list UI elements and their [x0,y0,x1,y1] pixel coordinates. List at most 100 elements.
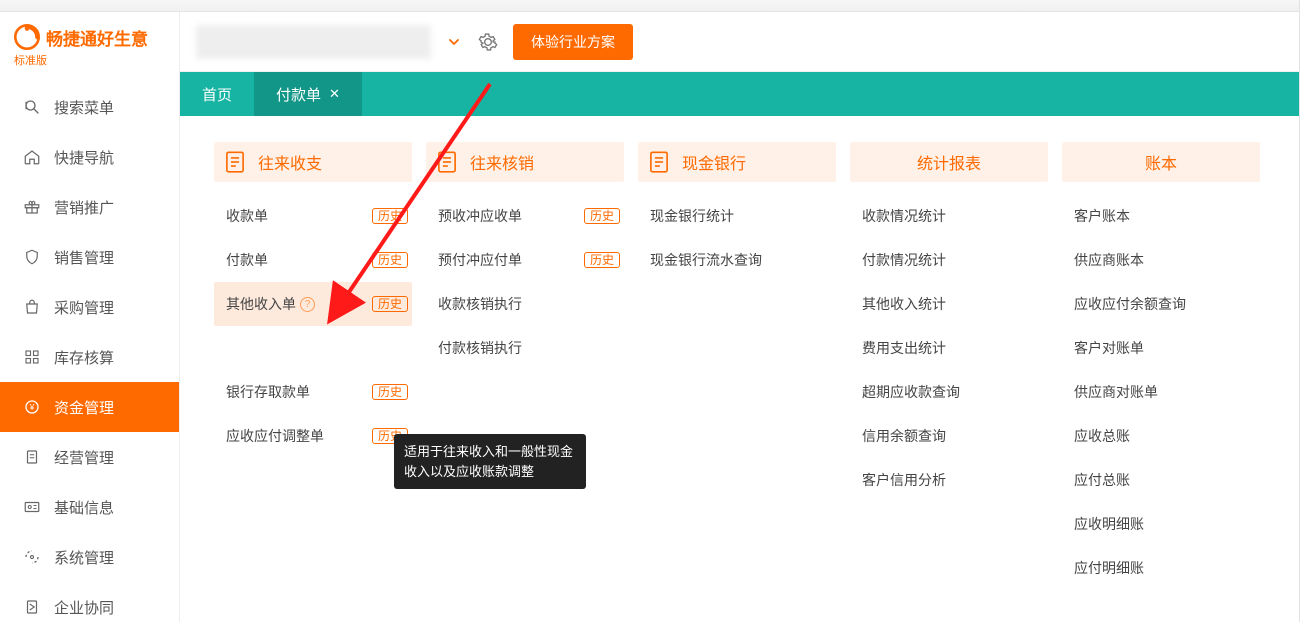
menu-item-label: 客户对账单 [1074,338,1144,358]
menu-item[interactable]: 银行存取款单 历史 [214,370,412,414]
menu-item[interactable]: 客户对账单 [1062,326,1260,370]
menu-item-label: 付款情况统计 [862,250,946,270]
sidebar-item-5[interactable]: 库存核算 [0,332,179,382]
brand-edition: 标准版 [14,52,165,68]
menu-item[interactable]: 应收明细账 [1062,502,1260,546]
boxes-icon [22,347,42,367]
gift-icon [22,197,42,217]
menu-item[interactable]: 预付冲应付单历史 [426,238,624,282]
sidebar-item-8[interactable]: 基础信息 [0,482,179,532]
org-selector-blurred[interactable] [196,25,431,59]
menu-item[interactable]: 付款核销执行 [426,326,624,370]
tab-label: 付款单 [276,84,321,105]
sidebar-item-3[interactable]: 销售管理 [0,232,179,282]
sidebar-item-9[interactable]: 系统管理 [0,532,179,582]
share-icon [22,597,42,617]
category-header: 账本 [1062,142,1260,182]
cta-button[interactable]: 体验行业方案 [513,24,633,60]
content: 往来收支收款单历史付款单历史其他收入单?历史费用单历史银行存取款单历史应收应付调… [180,116,1300,622]
doc-icon [434,149,460,175]
category-title: 统计报表 [917,150,981,174]
menu-item[interactable]: 其他收入单?历史 [214,282,412,326]
menu-item[interactable]: 收款情况统计 [850,194,1048,238]
menu-item[interactable]: 现金银行流水查询 [638,238,836,282]
sidebar-item-1[interactable]: 快捷导航 [0,132,179,182]
menu-item[interactable]: 供应商对账单 [1062,370,1260,414]
history-tag[interactable]: 历史 [372,296,408,312]
svg-text:¥: ¥ [29,403,35,412]
menu-item-label: 收款情况统计 [862,206,946,226]
money-icon: ¥ [22,397,42,417]
sidebar-item-0[interactable]: 搜索菜单 [0,82,179,132]
menu-item-label: 收款单 [226,206,268,226]
menu-item[interactable]: 付款情况统计 [850,238,1048,282]
menu-item[interactable]: 现金银行统计 [638,194,836,238]
history-tag[interactable]: 历史 [584,208,620,224]
category-header: 现金银行 [638,142,836,182]
menu-item[interactable]: 其他收入统计 [850,282,1048,326]
category-items: 现金银行统计现金银行流水查询 [638,194,836,282]
browser-chrome [0,0,1300,12]
sidebar-item-label: 经营管理 [54,447,114,468]
close-icon[interactable]: ✕ [329,86,340,102]
sidebar-item-6[interactable]: ¥资金管理 [0,382,179,432]
history-tag[interactable]: 历史 [372,208,408,224]
help-icon[interactable]: ? [300,297,315,312]
category-title: 账本 [1145,150,1177,174]
sidebar-item-4[interactable]: 采购管理 [0,282,179,332]
menu-item[interactable]: 费用支出统计 [850,326,1048,370]
sidebar-item-2[interactable]: 营销推广 [0,182,179,232]
menu-item[interactable]: 供应商账本 [1062,238,1260,282]
brand: 畅捷通好生意 [14,24,165,50]
category-3: 统计报表收款情况统计付款情况统计其他收入统计费用支出统计超期应收款查询信用余额查… [850,142,1048,502]
menu-item-label: 信用余额查询 [862,426,946,446]
menu-item[interactable]: 收款核销执行 [426,282,624,326]
menu-item[interactable]: 应收总账 [1062,414,1260,458]
menu-item[interactable]: 收款单 历史 [214,194,412,238]
sidebar: 畅捷通好生意 标准版 搜索菜单快捷导航营销推广销售管理采购管理库存核算¥资金管理… [0,12,180,622]
menu-item[interactable]: 信用余额查询 [850,414,1048,458]
menu-item[interactable]: 应付总账 [1062,458,1260,502]
tab-1[interactable]: 付款单 ✕ [254,72,362,116]
menu-item-label: 超期应收款查询 [862,382,960,402]
category-1: 往来核销预收冲应收单历史预付冲应付单历史收款核销执行付款核销执行 [426,142,624,370]
menu-item[interactable]: 预收冲应收单历史 [426,194,624,238]
menu-item-label: 客户信用分析 [862,470,946,490]
menu-item[interactable]: 付款单 历史 [214,238,412,282]
history-tag[interactable]: 历史 [372,384,408,400]
chevron-down-icon[interactable] [445,33,463,51]
menu-item[interactable]: 应付明细账 [1062,546,1260,590]
main: 体验行业方案 首页付款单✕ 往来收支收款单历史付款单历史其他收入单?历史费用单历… [180,12,1300,622]
tooltip: 适用于往来收入和一般性现金收入以及应收账款调整 [394,434,586,489]
doc-icon [646,149,672,175]
category-header: 往来收支 [214,142,412,182]
menu-item[interactable]: 客户信用分析 [850,458,1048,502]
tabstrip: 首页 付款单 ✕ [180,72,1300,116]
sidebar-item-7[interactable]: 经营管理 [0,432,179,482]
menu-item-label: 收款核销执行 [438,294,522,314]
menu-item-label: 付款单 [226,250,268,270]
menu-item[interactable]: 应收应付调整单历史 [214,414,412,458]
menu-item[interactable]: 应收应付余额查询 [1062,282,1260,326]
category-items: 收款情况统计付款情况统计其他收入统计费用支出统计超期应收款查询信用余额查询客户信… [850,194,1048,502]
tab-0[interactable]: 首页 [180,72,254,116]
category-0: 往来收支收款单历史付款单历史其他收入单?历史费用单历史银行存取款单历史应收应付调… [214,142,412,458]
history-tag[interactable]: 历史 [584,252,620,268]
menu-item[interactable]: 客户账本 [1062,194,1260,238]
search-icon [22,97,42,117]
history-tag[interactable]: 历史 [372,252,408,268]
bag-icon [22,297,42,317]
menu-item-label: 付款核销执行 [438,338,522,358]
doc-icon [222,149,248,175]
menu-item-label: 费用支出统计 [862,338,946,358]
home-icon [22,147,42,167]
id-icon [22,497,42,517]
sidebar-item-10[interactable]: 企业协同 [0,582,179,632]
menu-item-label: 应收明细账 [1074,514,1144,534]
category-items: 客户账本供应商账本应收应付余额查询客户对账单供应商对账单应收总账应付总账应收明细… [1062,194,1260,590]
gear-icon[interactable] [477,31,499,53]
menu-item-label: 供应商对账单 [1074,382,1158,402]
sidebar-item-label: 采购管理 [54,297,114,318]
menu-item-label: 银行存取款单 [226,382,310,402]
menu-item[interactable]: 超期应收款查询 [850,370,1048,414]
